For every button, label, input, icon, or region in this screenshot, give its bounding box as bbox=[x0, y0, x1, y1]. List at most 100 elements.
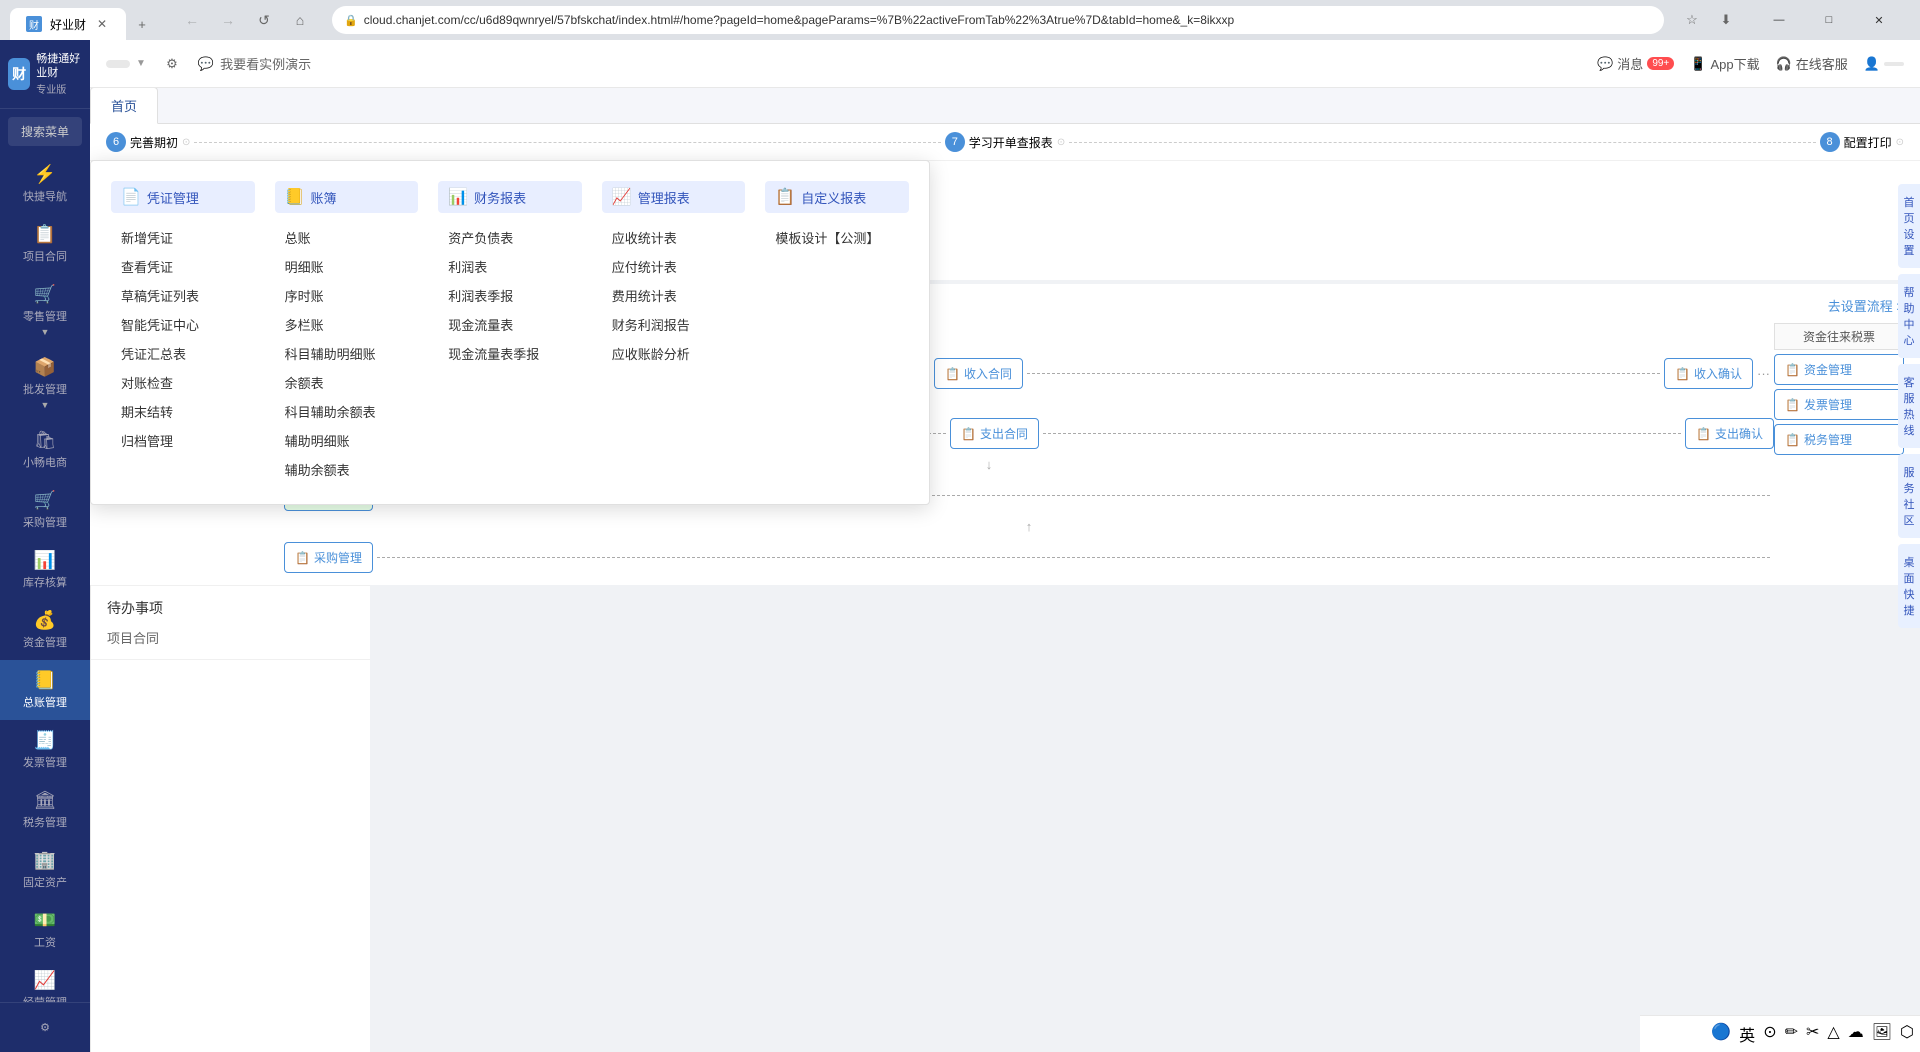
menu-item-subject-aux-balance[interactable]: 科目辅助余额表 bbox=[275, 397, 419, 426]
sidebar-item-wholesale[interactable]: 📦 批发管理 ▼ bbox=[0, 347, 90, 420]
menu-item-general-ledger[interactable]: 总账 bbox=[275, 223, 419, 252]
browser-tab-active[interactable]: 财 好业财 ✕ bbox=[10, 8, 126, 40]
custom-reports-header: 📋 自定义报表 bbox=[765, 181, 909, 213]
sidebar-item-label: 快捷导航 bbox=[23, 188, 67, 204]
sidebar-item-inventory[interactable]: 📊 库存核算 bbox=[0, 540, 90, 600]
sidebar-item-tax[interactable]: 🏛 税务管理 bbox=[0, 780, 90, 840]
back-button[interactable]: ← bbox=[178, 6, 206, 34]
menu-item-subject-aux-detail[interactable]: 科目辅助明细账 bbox=[275, 339, 419, 368]
menu-item-detail-ledger[interactable]: 明细账 bbox=[275, 252, 419, 281]
sidebar-settings-button[interactable]: ⚙ bbox=[0, 1011, 90, 1044]
chat-icon: 💬 bbox=[198, 56, 214, 72]
sidebar-item-purchase[interactable]: 🛒 采购管理 bbox=[0, 480, 90, 540]
menu-item-income-qtr[interactable]: 利润表季报 bbox=[438, 281, 582, 310]
company-selector[interactable]: ▼ bbox=[106, 58, 146, 69]
messages-button[interactable]: 💬 消息 99+ bbox=[1597, 54, 1674, 73]
demo-button[interactable]: 💬 我要看实例演示 bbox=[198, 54, 311, 73]
topbar-right: 💬 消息 99+ 📱 App下载 🎧 在线客服 👤 bbox=[1597, 54, 1904, 73]
url-text: cloud.chanjet.com/cc/u6d89qwnryel/57bfsk… bbox=[364, 13, 1235, 27]
online-service-button[interactable]: 🎧 在线客服 bbox=[1776, 54, 1848, 73]
menu-item-cashflow-qtr[interactable]: 现金流量表季报 bbox=[438, 339, 582, 368]
ledger-header-label: 账簿 bbox=[311, 188, 337, 207]
app-download-button[interactable]: 📱 App下载 bbox=[1690, 54, 1759, 73]
menu-item-cashflow[interactable]: 现金流量表 bbox=[438, 310, 582, 339]
sidebar-item-project[interactable]: 📋 项目合同 bbox=[0, 214, 90, 274]
logo-edition: 专业版 bbox=[36, 81, 82, 96]
menu-section-voucher: 📄 凭证管理 新增凭证 查看凭证 草稿凭证列表 智能凭证中心 凭证汇总表 对账检… bbox=[111, 181, 255, 484]
fixed-assets-icon: 🏢 bbox=[34, 850, 56, 871]
menu-item-expense-summary[interactable]: 费用统计表 bbox=[602, 281, 746, 310]
minimize-button[interactable]: — bbox=[1756, 4, 1802, 36]
fund-icon: 💰 bbox=[34, 610, 56, 631]
menu-item-multi-col-ledger[interactable]: 多栏账 bbox=[275, 310, 419, 339]
sidebar-item-fund[interactable]: 💰 资金管理 bbox=[0, 600, 90, 660]
msg-label: 消息 bbox=[1617, 54, 1643, 73]
topbar-settings-button[interactable]: ⚙ bbox=[158, 50, 186, 78]
forward-button[interactable]: → bbox=[214, 6, 242, 34]
maximize-button[interactable]: □ bbox=[1806, 4, 1852, 36]
tab-close-icon[interactable]: ✕ bbox=[94, 16, 110, 32]
topbar: ▼ ⚙ 💬 我要看实例演示 💬 消息 99+ 📱 App下载 bbox=[90, 40, 1920, 88]
menu-item-archive[interactable]: 归档管理 bbox=[111, 426, 255, 455]
menu-item-smart-voucher[interactable]: 智能凭证中心 bbox=[111, 310, 255, 339]
sidebar-item-label: 经营管理 bbox=[23, 994, 67, 1002]
sidebar-item-invoice[interactable]: 🧾 发票管理 bbox=[0, 720, 90, 780]
app-container: 财 畅捷通好业财 专业版 搜索菜单 ⚡ 快捷导航 📋 项目合同 🛒 零售管理 ▼ bbox=[0, 40, 1920, 1052]
sidebar-item-payroll[interactable]: 💵 工资 bbox=[0, 900, 90, 960]
user-avatar: 👤 bbox=[1864, 56, 1880, 72]
sidebar-item-ecom[interactable]: 🛍 小畅电商 bbox=[0, 420, 90, 480]
user-button[interactable]: 👤 bbox=[1864, 56, 1904, 72]
menu-item-chrono-ledger[interactable]: 序时账 bbox=[275, 281, 419, 310]
custom-reports-label: 自定义报表 bbox=[801, 188, 866, 207]
menu-section-custom-reports: 📋 自定义报表 模板设计【公测】 bbox=[765, 181, 909, 484]
menu-item-profit-report[interactable]: 财务利润报告 bbox=[602, 310, 746, 339]
msg-badge: 99+ bbox=[1647, 57, 1674, 70]
menu-item-draft-voucher[interactable]: 草稿凭证列表 bbox=[111, 281, 255, 310]
logo-icon: 财 bbox=[8, 58, 30, 90]
mgmt-reports-label: 管理报表 bbox=[638, 188, 690, 207]
menu-item-template-design[interactable]: 模板设计【公测】 bbox=[765, 223, 909, 252]
menu-item-period-close[interactable]: 期末结转 bbox=[111, 397, 255, 426]
menu-item-balance-sheet[interactable]: 资产负债表 bbox=[438, 223, 582, 252]
home-button[interactable]: ⌂ bbox=[286, 6, 314, 34]
demo-label: 我要看实例演示 bbox=[220, 54, 311, 73]
sidebar-item-label: 小畅电商 bbox=[23, 454, 67, 470]
sidebar-item-retail[interactable]: 🛒 零售管理 ▼ bbox=[0, 274, 90, 347]
bookmark-icon[interactable]: ☆ bbox=[1678, 6, 1706, 34]
menu-item-balance[interactable]: 余额表 bbox=[275, 368, 419, 397]
custom-reports-icon: 📋 bbox=[775, 187, 795, 207]
sidebar-item-label: 固定资产 bbox=[23, 874, 67, 890]
sidebar-item-quick-nav[interactable]: ⚡ 快捷导航 bbox=[0, 154, 90, 214]
service-icon: 🎧 bbox=[1776, 56, 1792, 72]
mgmt-reports-icon: 📈 bbox=[612, 187, 632, 207]
tax-icon: 🏛 bbox=[34, 790, 57, 811]
sidebar-item-operations[interactable]: 📈 经营管理 bbox=[0, 960, 90, 1002]
refresh-button[interactable]: ↺ bbox=[250, 6, 278, 34]
sidebar-item-fixed-assets[interactable]: 🏢 固定资产 bbox=[0, 840, 90, 900]
close-button[interactable]: ✕ bbox=[1856, 4, 1902, 36]
search-menu-button[interactable]: 搜索菜单 bbox=[8, 117, 82, 146]
download-icon[interactable]: ⬇ bbox=[1712, 6, 1740, 34]
menu-item-voucher-summary[interactable]: 凭证汇总表 bbox=[111, 339, 255, 368]
menu-item-ar-aging[interactable]: 应收账龄分析 bbox=[602, 339, 746, 368]
menu-item-add-voucher[interactable]: 新增凭证 bbox=[111, 223, 255, 252]
menu-item-reconcile[interactable]: 对账检查 bbox=[111, 368, 255, 397]
sidebar-item-ledger[interactable]: 📒 总账管理 bbox=[0, 660, 90, 720]
invoice-icon: 🧾 bbox=[34, 730, 56, 751]
tab-label: 好业财 bbox=[50, 16, 86, 33]
menu-item-ap-summary[interactable]: 应付统计表 bbox=[602, 252, 746, 281]
mgmt-reports-header: 📈 管理报表 bbox=[602, 181, 746, 213]
menu-item-aux-balance[interactable]: 辅助余额表 bbox=[275, 455, 419, 484]
menu-item-view-voucher[interactable]: 查看凭证 bbox=[111, 252, 255, 281]
logo-text-block: 畅捷通好业财 专业版 bbox=[36, 52, 82, 96]
sidebar-item-label: 项目合同 bbox=[23, 248, 67, 264]
new-tab-button[interactable]: + bbox=[126, 8, 158, 40]
menu-item-income-stmt[interactable]: 利润表 bbox=[438, 252, 582, 281]
address-bar[interactable]: 🔒 cloud.chanjet.com/cc/u6d89qwnryel/57bf… bbox=[332, 6, 1664, 34]
menu-item-aux-detail[interactable]: 辅助明细账 bbox=[275, 426, 419, 455]
main-area: ▼ ⚙ 💬 我要看实例演示 💬 消息 99+ 📱 App下载 bbox=[90, 40, 1920, 1052]
sidebar-item-label: 工资 bbox=[34, 934, 56, 950]
tab-home[interactable]: 首页 bbox=[90, 87, 158, 124]
menu-item-ar-summary[interactable]: 应收统计表 bbox=[602, 223, 746, 252]
app-download-label: App下载 bbox=[1710, 54, 1759, 73]
